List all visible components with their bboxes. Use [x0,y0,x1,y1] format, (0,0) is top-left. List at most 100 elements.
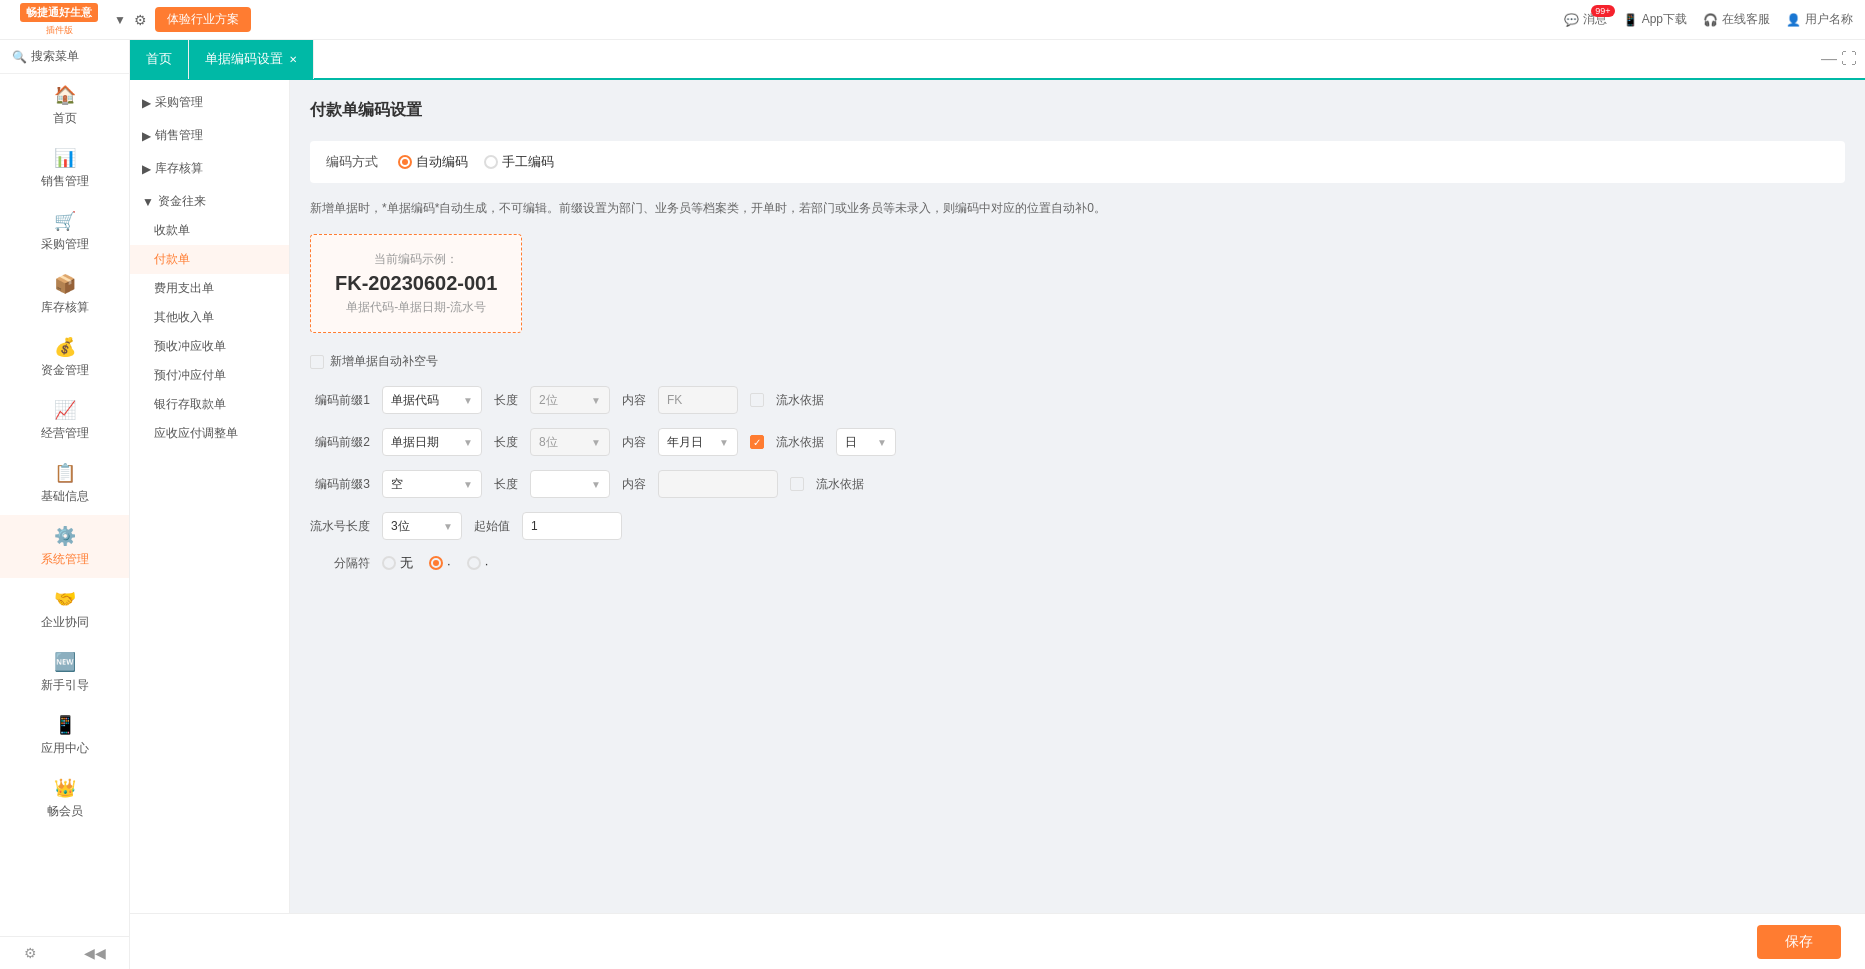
tab-maximize-btn[interactable]: ⛶ [1841,50,1857,68]
sub-item-payment[interactable]: 付款单 [130,245,289,274]
tab-close-icon[interactable]: ✕ [289,54,297,65]
sub-group-inventory-title[interactable]: ▶ 库存核算 [130,154,289,183]
search-icon: 🔍 [12,50,27,64]
tabbar-right: — ⛶ [1821,50,1865,68]
sidebar-item-newuser[interactable]: 🆕 新手引导 [0,641,129,704]
auto-coding-circle [398,155,412,169]
prefix-3-arrow: ▼ [463,479,473,490]
start-value-input[interactable] [522,512,622,540]
serial-length-value: 3位 [391,518,410,535]
search-menu[interactable]: 🔍 搜索菜单 [0,40,129,74]
content-2-select[interactable]: 年月日 ▼ [658,428,738,456]
sub-item-other-income[interactable]: 其他收入单 [130,303,289,332]
separator-other-radio[interactable]: · [467,556,489,571]
sub-item-receipt[interactable]: 收款单 [130,216,289,245]
message-btn[interactable]: 💬 消息 99+ [1564,11,1607,28]
save-button[interactable]: 保存 [1757,925,1841,959]
length-2-arrow: ▼ [591,437,601,448]
home-icon: 🏠 [54,84,76,106]
sub-group-funds-title[interactable]: ▼ 资金往来 [130,187,289,216]
sidebar-item-basic[interactable]: 📋 基础信息 [0,452,129,515]
content-2-label: 内容 [622,434,646,451]
code-preview-value: FK-20230602-001 [335,272,497,295]
sidebar-item-finance[interactable]: 💰 资金管理 [0,326,129,389]
content-2-value: 年月日 [667,434,703,451]
watermark-2-unit-arrow: ▼ [877,437,887,448]
length-3-select[interactable]: ▼ [530,470,610,498]
sub-item-prepay-receivable[interactable]: 预收冲应收单 [130,332,289,361]
prefix-1-select[interactable]: 单据代码 ▼ [382,386,482,414]
settings-btn[interactable]: ⚙ [24,945,37,961]
sidebar-item-vip[interactable]: 👑 畅会员 [0,767,129,830]
auto-coding-radio[interactable]: 自动编码 [398,153,468,171]
length-1-arrow: ▼ [591,395,601,406]
sidebar-item-sales[interactable]: 📊 销售管理 [0,137,129,200]
sidebar-item-purchase[interactable]: 🛒 采购管理 [0,200,129,263]
auto-coding-label: 自动编码 [416,153,468,171]
user-name[interactable]: 👤 用户名称 [1786,11,1853,28]
tab-minimize-btn[interactable]: — [1821,50,1837,68]
tab-home[interactable]: 首页 [130,40,189,79]
prefix-2-arrow: ▼ [463,437,473,448]
sub-item-bank[interactable]: 银行存取款单 [130,390,289,419]
watermark-3-checkbox[interactable] [790,477,804,491]
radio-group: 自动编码 手工编码 [398,153,554,171]
prefix-3-label: 编码前缀3 [310,476,370,493]
sub-item-prepay-payable[interactable]: 预付冲应付单 [130,361,289,390]
prefix-2-select[interactable]: 单据日期 ▼ [382,428,482,456]
app-icon: 📱 [1623,13,1638,27]
sidebar-item-system[interactable]: ⚙️ 系统管理 [0,515,129,578]
prefix-2-value: 单据日期 [391,434,439,451]
collapse-btn[interactable]: ◀◀ [84,945,106,961]
sidebar-item-apps[interactable]: 📱 应用中心 [0,704,129,767]
app-download-btn[interactable]: 📱 App下载 [1623,11,1687,28]
tab-settings[interactable]: 单据编码设置 ✕ [189,40,314,79]
sidebar-item-inventory[interactable]: 📦 库存核算 [0,263,129,326]
prefix-3-select[interactable]: 空 ▼ [382,470,482,498]
sidebar-item-enterprise[interactable]: 🤝 企业协同 [0,578,129,641]
code-preview-desc: 单据代码-单据日期-流水号 [335,299,497,316]
sidebar-item-home[interactable]: 🏠 首页 [0,74,129,137]
separator-dot-circle [429,556,443,570]
auto-fill-checkbox[interactable] [310,355,324,369]
sidebar-bottom: ⚙ ◀◀ [0,936,129,969]
chevron-down-btn[interactable]: ▼ [114,13,126,27]
prefix-1-value: 单据代码 [391,392,439,409]
topbar: 畅捷通好生意 插件版 ▼ ⚙ 体验行业方案 💬 消息 99+ 📱 App下载 🎧… [0,0,1865,40]
tab-settings-label: 单据编码设置 [205,50,283,68]
manual-coding-radio[interactable]: 手工编码 [484,153,554,171]
sidebar-item-operations[interactable]: 📈 经营管理 [0,389,129,452]
sub-group-purchase-title[interactable]: ▶ 采购管理 [130,88,289,117]
serial-length-label: 流水号长度 [310,518,370,535]
watermark-2-unit-select[interactable]: 日 ▼ [836,428,896,456]
start-value-label: 起始值 [474,518,510,535]
watermark-2-checkbox[interactable]: ✓ [750,435,764,449]
sales-icon: 📊 [54,147,76,169]
watermark-1-checkbox[interactable] [750,393,764,407]
serial-length-select[interactable]: 3位 ▼ [382,512,462,540]
sidebar-label-system: 系统管理 [41,551,89,568]
topbar-left: 畅捷通好生意 插件版 ▼ ⚙ 体验行业方案 [12,0,251,45]
content-area: 首页 单据编码设置 ✕ — ⛶ ▶ 采购管理 [130,40,1865,969]
separator-other-circle [467,556,481,570]
separator-dot-radio[interactable]: · [429,556,451,571]
sidebar-label-basic: 基础信息 [41,488,89,505]
separator-none-radio[interactable]: 无 [382,554,413,572]
sub-group-sales: ▶ 销售管理 [130,121,289,150]
sub-item-expense[interactable]: 费用支出单 [130,274,289,303]
logo: 畅捷通好生意 插件版 [12,0,106,45]
sub-group-inventory: ▶ 库存核算 [130,154,289,183]
user-avatar: 👤 [1786,13,1801,27]
message-badge: 99+ [1591,5,1614,17]
watermark-3-label: 流水依据 [816,476,864,493]
code-preview: 当前编码示例： FK-20230602-001 单据代码-单据日期-流水号 [310,234,522,333]
online-service-btn[interactable]: 🎧 在线客服 [1703,11,1770,28]
info-text: 新增单据时，*单据编码*自动生成，不可编辑。前缀设置为部门、业务员等档案类，开单… [310,199,1845,218]
gear-icon[interactable]: ⚙ [134,12,147,28]
sub-group-sales-title[interactable]: ▶ 销售管理 [130,121,289,150]
separator-none-circle [382,556,396,570]
industry-btn[interactable]: 体验行业方案 [155,7,251,32]
message-icon: 💬 [1564,13,1579,27]
sub-item-adjustment[interactable]: 应收应付调整单 [130,419,289,448]
user-name-text: 用户名称 [1805,11,1853,28]
